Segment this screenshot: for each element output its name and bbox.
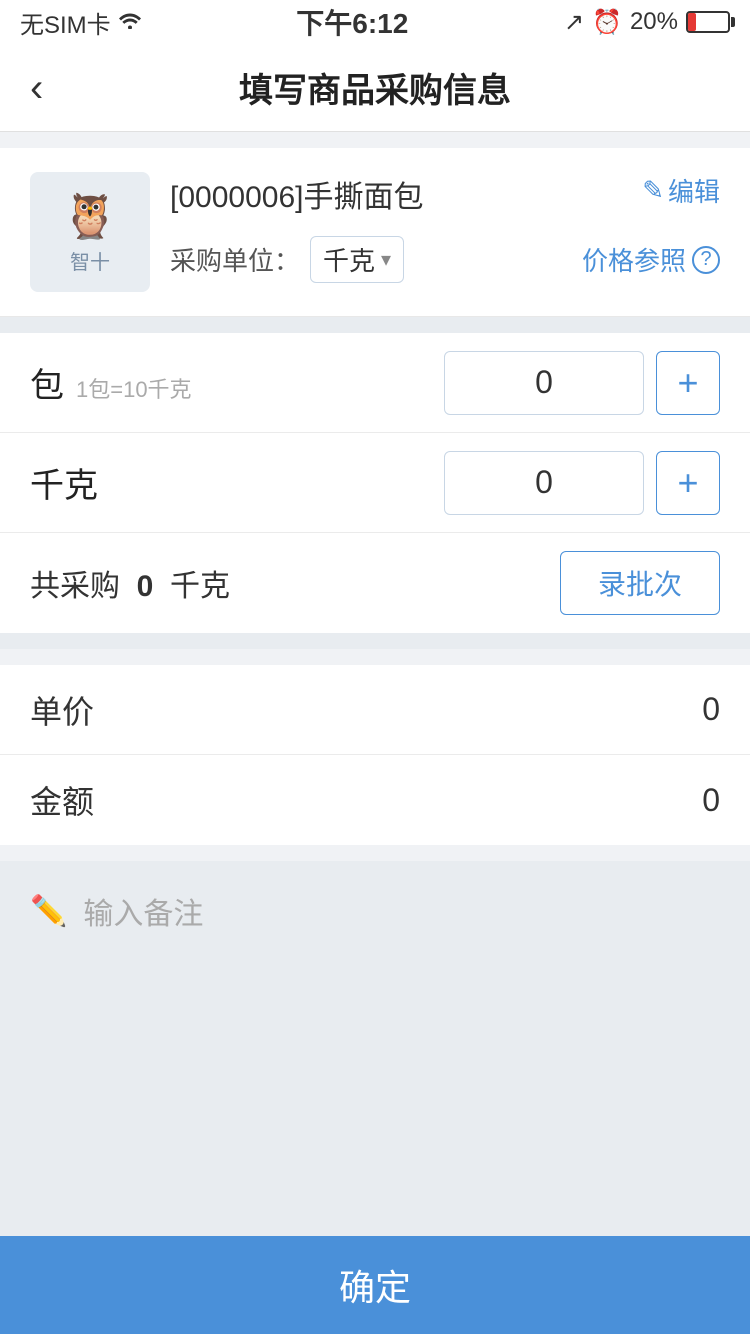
product-brand-text: 智十 <box>70 246 110 275</box>
alarm-icon: ⏰ <box>592 8 622 37</box>
record-batch-button[interactable]: 录批次 <box>560 551 720 615</box>
edit-icon: ✎ <box>642 175 664 206</box>
quantity-plus-kg[interactable]: + <box>656 451 720 515</box>
notes-section[interactable]: ✏️ 输入备注 <box>0 861 750 961</box>
quantity-sublabel-bao: 1包=10千克 <box>76 372 192 404</box>
quantity-input-bao[interactable] <box>444 351 644 415</box>
product-name: [0000006]手撕面包 <box>170 172 642 216</box>
price-section: 单价 0 金额 0 <box>0 665 750 845</box>
product-top-row: [0000006]手撕面包 ✎ 编辑 <box>170 172 720 216</box>
quantity-input-kg[interactable] <box>444 451 644 515</box>
product-info: [0000006]手撕面包 ✎ 编辑 采购单位： 千克 ▾ 价格参照 ? <box>170 172 720 283</box>
amount-label: 金额 <box>30 777 94 823</box>
product-logo-icon: 🦉 <box>63 190 118 242</box>
page-title: 填写商品采购信息 <box>239 63 511 112</box>
status-left: 无SIM卡 <box>20 5 141 40</box>
back-button[interactable]: ‹ <box>30 68 43 108</box>
section-divider-1 <box>0 317 750 333</box>
total-unit: 千克 <box>170 570 230 603</box>
status-time: 下午6:12 <box>296 2 408 42</box>
location-icon: ↗ <box>564 8 584 37</box>
total-value: 0 <box>137 570 154 603</box>
battery-pct: 20% <box>630 8 678 36</box>
price-row-amount: 金额 0 <box>0 755 750 845</box>
unit-value: 千克 <box>323 241 375 278</box>
quantity-label-bao: 包 <box>30 358 64 407</box>
quantity-label-wrap-kg: 千克 <box>30 458 190 507</box>
total-row: 共采购 0 千克 录批次 <box>0 533 750 633</box>
unit-label: 采购单位： <box>170 241 300 278</box>
quantity-label-wrap-bao: 包 1包=10千克 <box>30 358 192 407</box>
notes-input[interactable]: 输入备注 <box>83 889 203 933</box>
quantity-input-wrap-bao: + <box>192 351 720 415</box>
edit-label: 编辑 <box>668 172 720 209</box>
product-image: 🦉 智十 <box>30 172 150 292</box>
unit-price-value: 0 <box>702 691 720 728</box>
price-ref-button[interactable]: 价格参照 ? <box>582 241 720 278</box>
pencil-icon: ✏️ <box>30 894 67 929</box>
confirm-button[interactable]: 确定 <box>0 1236 750 1334</box>
unit-price-label: 单价 <box>30 687 94 733</box>
price-row-unit: 单价 0 <box>0 665 750 755</box>
content-body <box>0 961 750 1281</box>
product-unit-row: 采购单位： 千克 ▾ 价格参照 ? <box>170 236 720 283</box>
status-right: ↗ ⏰ 20% <box>564 8 730 37</box>
carrier-text: 无SIM卡 <box>20 5 111 40</box>
quantity-label-kg: 千克 <box>30 458 98 507</box>
chevron-down-icon: ▾ <box>381 247 391 272</box>
price-ref-help-icon: ? <box>692 246 720 274</box>
quantity-plus-bao[interactable]: + <box>656 351 720 415</box>
quantity-input-wrap-kg: + <box>190 451 720 515</box>
battery-icon <box>686 11 730 33</box>
nav-bar: ‹ 填写商品采购信息 <box>0 44 750 132</box>
edit-button[interactable]: ✎ 编辑 <box>642 172 720 209</box>
unit-select[interactable]: 千克 ▾ <box>310 236 404 283</box>
price-ref-label: 价格参照 <box>582 241 686 278</box>
status-bar: 无SIM卡 下午6:12 ↗ ⏰ 20% <box>0 0 750 44</box>
amount-value: 0 <box>702 782 720 819</box>
section-divider-2 <box>0 633 750 649</box>
wifi-icon <box>119 8 141 36</box>
quantity-row-kg: 千克 + <box>0 433 750 533</box>
quantity-section: 包 1包=10千克 + 千克 + <box>0 333 750 533</box>
total-text: 共采购 0 千克 <box>30 561 230 605</box>
quantity-row-bao: 包 1包=10千克 + <box>0 333 750 433</box>
total-prefix: 共采购 <box>30 570 120 603</box>
product-card: 🦉 智十 [0000006]手撕面包 ✎ 编辑 采购单位： 千克 ▾ 价格参照 … <box>0 148 750 317</box>
unit-selector-wrap: 采购单位： 千克 ▾ <box>170 236 404 283</box>
